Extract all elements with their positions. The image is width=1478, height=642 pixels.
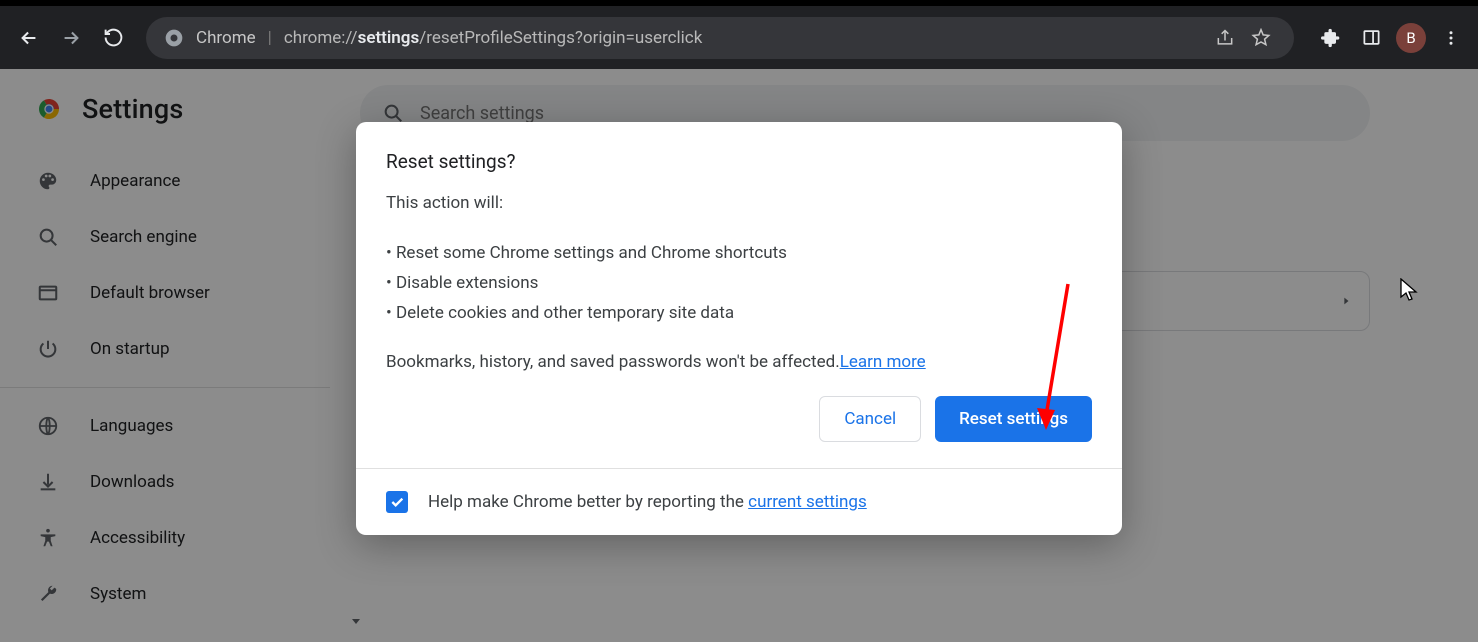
current-settings-link[interactable]: current settings xyxy=(748,492,867,512)
dialog-title: Reset settings? xyxy=(386,150,1092,173)
profile-avatar[interactable]: B xyxy=(1396,23,1426,53)
share-icon[interactable] xyxy=(1210,23,1240,53)
dialog-footer: Help make Chrome better by reporting the… xyxy=(356,468,1122,535)
address-url: chrome://settings/resetProfileSettings?o… xyxy=(284,28,703,48)
cancel-button[interactable]: Cancel xyxy=(819,396,921,442)
browser-toolbar: Chrome | chrome://settings/resetProfileS… xyxy=(0,0,1478,69)
forward-button[interactable] xyxy=(54,21,88,55)
bookmark-star-icon[interactable] xyxy=(1246,23,1276,53)
learn-more-link[interactable]: Learn more xyxy=(840,352,926,372)
report-checkbox[interactable] xyxy=(386,491,408,513)
dialog-bullets: • Reset some Chrome settings and Chrome … xyxy=(386,239,1092,328)
address-separator: | xyxy=(268,28,272,48)
toolbar-right: B xyxy=(1310,23,1466,53)
side-panel-icon[interactable] xyxy=(1356,23,1386,53)
dialog-footer-text: Help make Chrome better by reporting the… xyxy=(428,492,867,512)
address-site-label: Chrome xyxy=(196,28,256,48)
reset-settings-button[interactable]: Reset settings xyxy=(935,396,1092,442)
address-bar[interactable]: Chrome | chrome://settings/resetProfileS… xyxy=(146,17,1294,59)
dialog-note: Bookmarks, history, and saved passwords … xyxy=(386,352,1092,372)
extensions-icon[interactable] xyxy=(1316,23,1346,53)
reset-settings-dialog: Reset settings? This action will: • Rese… xyxy=(356,122,1122,535)
menu-icon[interactable] xyxy=(1436,23,1466,53)
back-button[interactable] xyxy=(12,21,46,55)
chrome-page-icon xyxy=(164,28,184,48)
dialog-lead: This action will: xyxy=(386,193,1092,213)
reload-button[interactable] xyxy=(96,21,130,55)
